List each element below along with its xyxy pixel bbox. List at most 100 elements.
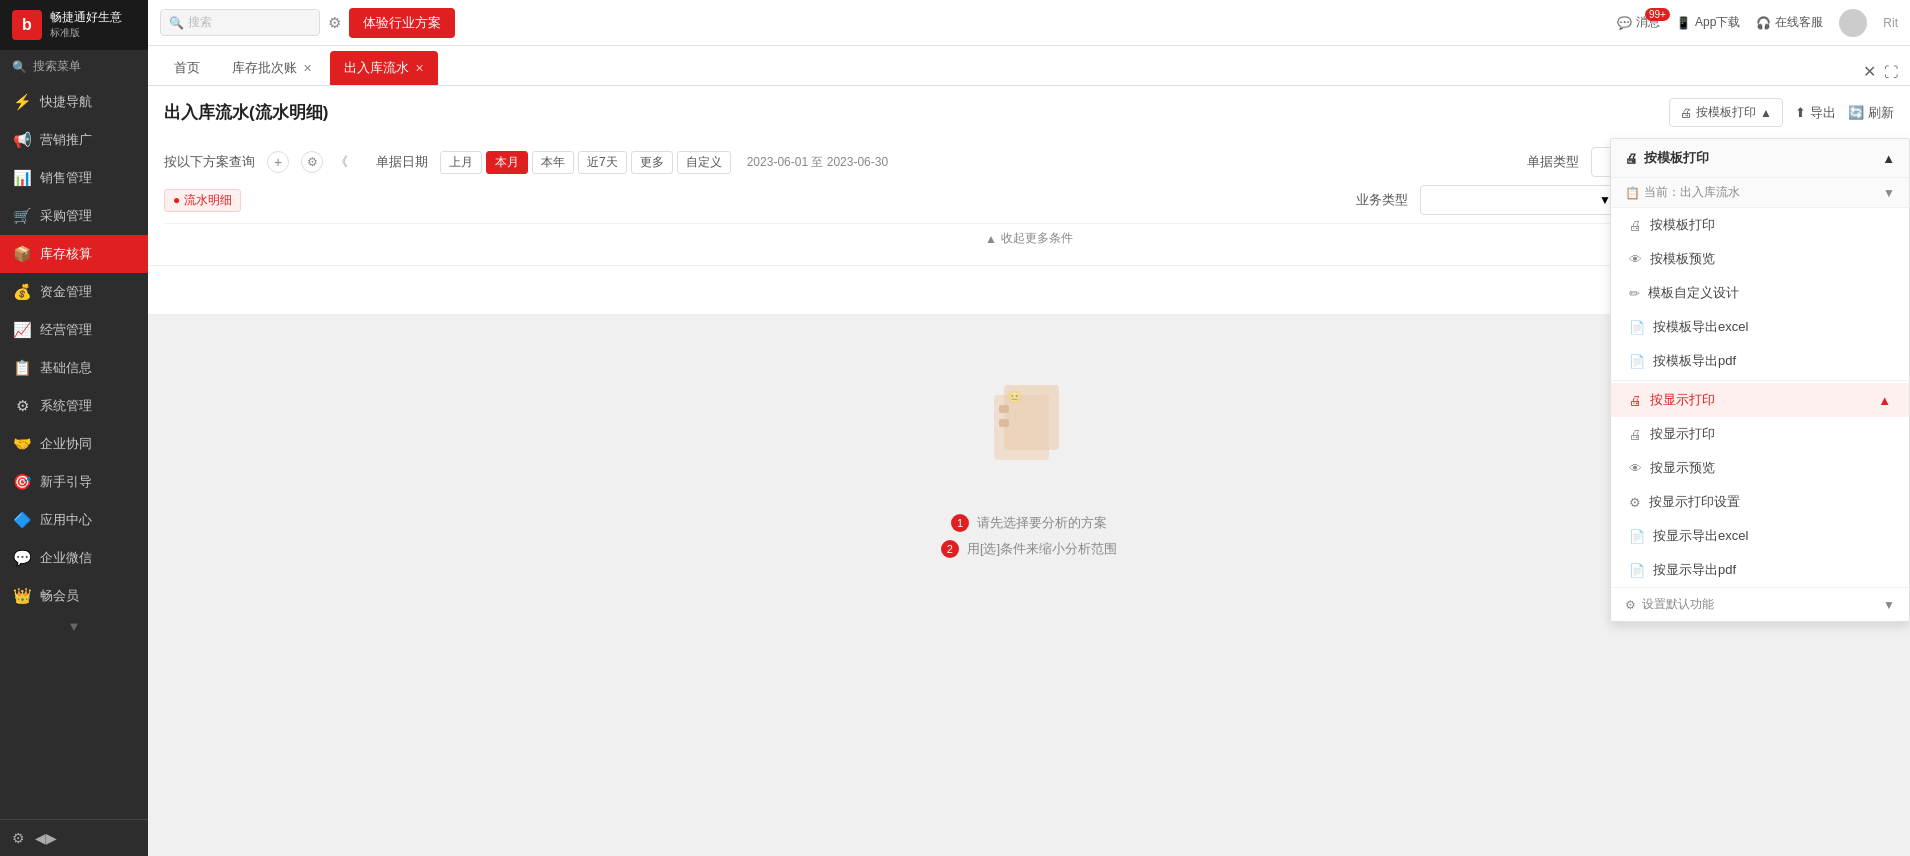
dropdown-title: 按模板打印	[1644, 149, 1709, 167]
sidebar-logo: b 畅捷通好生意 标准版	[0, 0, 148, 50]
sidebar-label-apps: 应用中心	[40, 511, 92, 529]
dropdown-item-template-pdf[interactable]: 📄 按模板导出pdf	[1611, 344, 1909, 378]
tab-home-label: 首页	[174, 59, 200, 77]
sidebar-label-cooperation: 企业协同	[40, 435, 92, 453]
filter-collapse-icon[interactable]: 《	[335, 153, 348, 171]
sidebar-item-cooperation[interactable]: 🤝 企业协同	[0, 425, 148, 463]
topbar-gear-icon[interactable]: ⚙	[328, 14, 341, 32]
sidebar-label-wechat: 企业微信	[40, 549, 92, 567]
dropdown-divider-1	[1611, 380, 1909, 381]
dropdown-item-template-print[interactable]: 🖨 按模板打印	[1611, 208, 1909, 242]
dropdown-item-display-excel[interactable]: 📄 按显示导出excel	[1611, 519, 1909, 553]
app-download-icon: 📱	[1676, 16, 1691, 30]
active-filter-tag[interactable]: ● 流水明细	[164, 189, 241, 212]
window-maximize-icon[interactable]: ⛶	[1884, 64, 1898, 80]
refresh-button[interactable]: 🔄 刷新	[1848, 104, 1894, 122]
sidebar-label-finance: 资金管理	[40, 283, 92, 301]
sidebar-item-sales[interactable]: 📊 销售管理	[0, 159, 148, 197]
template-print-label: 按模板打印	[1650, 216, 1715, 234]
sidebar-item-guide[interactable]: 🎯 新手引导	[0, 463, 148, 501]
dropdown-item-display-print[interactable]: 🖨 按显示打印	[1611, 417, 1909, 451]
display-section-label: 按显示打印	[1650, 391, 1715, 409]
window-close-icon[interactable]: ✕	[1863, 62, 1876, 81]
template-preview-icon: 👁	[1629, 252, 1642, 267]
dropdown-item-template-preview[interactable]: 👁 按模板预览	[1611, 242, 1909, 276]
sidebar-item-wechat[interactable]: 💬 企业微信	[0, 539, 148, 577]
sidebar-item-quicknav[interactable]: ⚡ 快捷导航	[0, 83, 148, 121]
tab-inventory-batch[interactable]: 库存批次账 ✕	[218, 51, 326, 85]
sidebar-scroll-down[interactable]: ▼	[0, 615, 148, 638]
sidebar-item-basic[interactable]: 📋 基础信息	[0, 349, 148, 387]
sidebar-label-basic: 基础信息	[40, 359, 92, 377]
dropdown-item-display-preview[interactable]: 👁 按显示预览	[1611, 451, 1909, 485]
dropdown-item-display-settings[interactable]: ⚙ 按显示打印设置	[1611, 485, 1909, 519]
sidebar-item-member[interactable]: 👑 畅会员	[0, 577, 148, 615]
sidebar-label-marketing: 营销推广	[40, 131, 92, 149]
filter-section-label: 按以下方案查询	[164, 153, 255, 171]
user-avatar[interactable]	[1839, 9, 1867, 37]
template-custom-icon: ✏	[1629, 286, 1640, 301]
messages-btn[interactable]: 💬 消息 99+	[1617, 14, 1660, 31]
app-download-label: App下载	[1695, 14, 1740, 31]
display-section-chevron: ▲	[1878, 393, 1891, 408]
sidebar-label-purchase: 采购管理	[40, 207, 92, 225]
empty-step-2: 2 用[选]条件来缩小分析范围	[941, 540, 1117, 558]
industry-solution-button[interactable]: 体验行业方案	[349, 8, 455, 38]
tab-home[interactable]: 首页	[160, 51, 214, 85]
messages-badge: 99+	[1645, 8, 1670, 21]
dropdown-item-template-excel[interactable]: 📄 按模板导出excel	[1611, 310, 1909, 344]
sidebar-item-marketing[interactable]: 📢 营销推广	[0, 121, 148, 159]
settings-icon[interactable]: ⚙	[12, 830, 25, 846]
dropdown-header: 🖨 按模板打印 ▲	[1611, 139, 1909, 178]
topbar-search-icon: 🔍	[169, 16, 184, 30]
date-btn-more[interactable]: 更多	[631, 151, 673, 174]
current-chevron-down[interactable]: ▼	[1883, 186, 1895, 200]
sidebar-item-finance[interactable]: 💰 资金管理	[0, 273, 148, 311]
svg-rect-3	[999, 419, 1009, 427]
tab-inout-flow-close[interactable]: ✕	[415, 62, 424, 75]
filter-settings-button[interactable]: ⚙	[301, 151, 323, 173]
date-btn-lastmonth[interactable]: 上月	[440, 151, 482, 174]
tab-inout-flow[interactable]: 出入库流水 ✕	[330, 51, 438, 85]
marketing-icon: 📢	[12, 131, 32, 149]
sidebar-search[interactable]: 🔍 搜索菜单	[0, 50, 148, 83]
bill-type-label: 单据类型	[1527, 153, 1579, 171]
refresh-icon: 🔄	[1848, 105, 1864, 120]
collapse-icon[interactable]: ◀▶	[35, 830, 57, 846]
app-download-btn[interactable]: 📱 App下载	[1676, 14, 1740, 31]
display-excel-icon: 📄	[1629, 529, 1645, 544]
date-buttons-group: 上月 本月 本年 近7天 更多 自定义	[440, 151, 731, 174]
sidebar-item-system[interactable]: ⚙ 系统管理	[0, 387, 148, 425]
member-icon: 👑	[12, 587, 32, 605]
sidebar-item-apps[interactable]: 🔷 应用中心	[0, 501, 148, 539]
online-service-label: 在线客服	[1775, 14, 1823, 31]
dropdown-item-display-pdf[interactable]: 📄 按显示导出pdf	[1611, 553, 1909, 587]
print-icon: 🖨	[1680, 106, 1692, 120]
dropdown-item-template-custom[interactable]: ✏ 模板自定义设计	[1611, 276, 1909, 310]
dropdown-chevron-up[interactable]: ▲	[1882, 151, 1895, 166]
export-button[interactable]: ⬆ 导出	[1795, 104, 1836, 122]
export-icon: ⬆	[1795, 105, 1806, 120]
collapse-more-label: 收起更多条件	[1001, 230, 1073, 247]
sidebar-item-purchase[interactable]: 🛒 采购管理	[0, 197, 148, 235]
empty-state-icon: 😐	[979, 375, 1079, 494]
sidebar-item-operations[interactable]: 📈 经营管理	[0, 311, 148, 349]
empty-illustration: 😐	[979, 375, 1079, 475]
dropdown-footer-settings[interactable]: ⚙ 设置默认功能 ▼	[1611, 587, 1909, 621]
tab-inventory-batch-label: 库存批次账	[232, 59, 297, 77]
sidebar-item-inventory[interactable]: 📦 库存核算	[0, 235, 148, 273]
display-pdf-label: 按显示导出pdf	[1653, 561, 1736, 579]
date-btn-thisyear[interactable]: 本年	[532, 151, 574, 174]
date-btn-thismonth[interactable]: 本月	[486, 151, 528, 174]
date-btn-custom[interactable]: 自定义	[677, 151, 731, 174]
tab-inventory-batch-close[interactable]: ✕	[303, 62, 312, 75]
print-template-button[interactable]: 🖨 按模板打印 ▲	[1669, 98, 1783, 127]
date-btn-7days[interactable]: 近7天	[578, 151, 627, 174]
online-service-btn[interactable]: 🎧 在线客服	[1756, 14, 1823, 31]
refresh-label: 刷新	[1868, 104, 1894, 122]
template-print-icon: 🖨	[1629, 218, 1642, 233]
print-template-label: 按模板打印	[1696, 104, 1756, 121]
filter-add-button[interactable]: +	[267, 151, 289, 173]
topbar-search-box[interactable]: 🔍 搜索	[160, 9, 320, 36]
biz-type-select[interactable]: ▼	[1420, 185, 1620, 215]
